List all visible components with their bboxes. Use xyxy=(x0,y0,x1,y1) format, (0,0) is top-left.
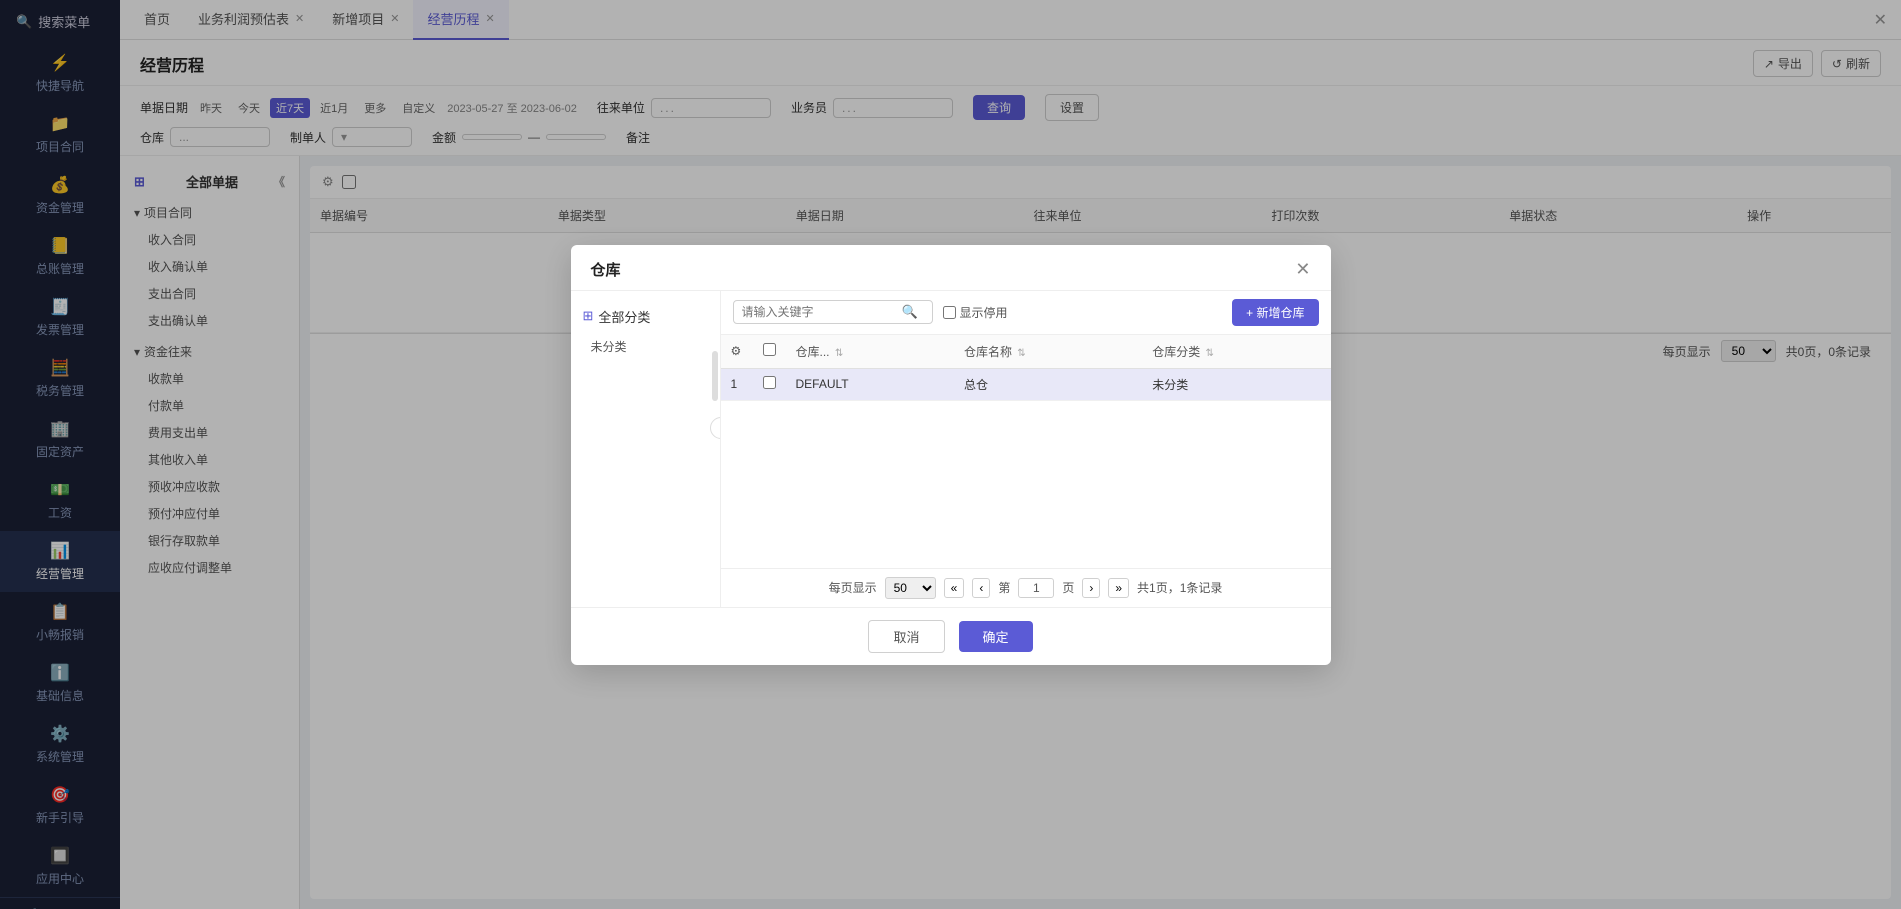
sort-icon-name: ⇅ xyxy=(1017,348,1025,359)
warehouse-table-body: 1 DEFAULT 总仓 未分类 xyxy=(721,368,1331,400)
page-prev-button[interactable]: ‹ xyxy=(972,578,990,598)
sort-icon-code: ⇅ xyxy=(835,348,843,359)
modal-footer: 取消 确定 xyxy=(571,607,1331,665)
modal-page-size-label: 每页显示 xyxy=(829,579,877,596)
warehouse-table-head: ⚙ 仓库... ⇅ 仓库名称 ⇅ 仓库分类 ⇅ xyxy=(721,335,1331,369)
col-warehouse-name: 仓库名称 ⇅ xyxy=(954,335,1142,369)
category-panel: ⊞ 全部分类 未分类 《 xyxy=(571,291,721,607)
modal-overlay: 仓库 ✕ ⊞ 全部分类 未分类 《 xyxy=(0,0,1901,909)
modal-close-button[interactable]: ✕ xyxy=(1295,259,1310,280)
show-disabled-checkbox[interactable] xyxy=(943,306,956,319)
sort-icon-category: ⇅ xyxy=(1206,348,1214,359)
cancel-button[interactable]: 取消 xyxy=(868,620,944,653)
data-panel: 🔍 显示停用 + 新增仓库 ⚙ xyxy=(721,291,1331,607)
row-category: 未分类 xyxy=(1142,368,1330,400)
col-check xyxy=(753,335,786,369)
modal-total: 共1页，1条记录 xyxy=(1137,579,1222,596)
row-checkbox-cell xyxy=(753,368,786,400)
search-icon[interactable]: 🔍 xyxy=(902,304,918,320)
page-word-before: 第 xyxy=(998,579,1010,596)
show-disabled-text: 显示停用 xyxy=(960,304,1008,321)
warehouse-table: ⚙ 仓库... ⇅ 仓库名称 ⇅ 仓库分类 ⇅ xyxy=(721,335,1331,401)
category-header[interactable]: ⊞ 全部分类 xyxy=(571,301,720,332)
modal-page-input[interactable] xyxy=(1018,578,1054,598)
warehouse-select-all[interactable] xyxy=(763,343,776,356)
modal-header: 仓库 ✕ xyxy=(571,245,1331,291)
col-warehouse-category: 仓库分类 ⇅ xyxy=(1142,335,1330,369)
row-code: DEFAULT xyxy=(786,368,954,400)
warehouse-row-1[interactable]: 1 DEFAULT 总仓 未分类 xyxy=(721,368,1331,400)
col-warehouse-code: 仓库... ⇅ xyxy=(786,335,954,369)
row-name: 总仓 xyxy=(954,368,1142,400)
category-item-unclassified[interactable]: 未分类 xyxy=(571,332,720,361)
confirm-button[interactable]: 确定 xyxy=(959,621,1033,652)
category-scrollbar[interactable] xyxy=(712,351,718,401)
row-index: 1 xyxy=(721,368,753,400)
data-table-wrap: ⚙ 仓库... ⇅ 仓库名称 ⇅ 仓库分类 ⇅ xyxy=(721,335,1331,568)
page-word-after: 页 xyxy=(1062,579,1074,596)
category-grid-icon: ⊞ xyxy=(583,308,594,324)
modal-body: ⊞ 全部分类 未分类 《 🔍 xyxy=(571,291,1331,607)
page-next-button[interactable]: › xyxy=(1082,578,1100,598)
add-warehouse-button[interactable]: + 新增仓库 xyxy=(1232,299,1318,326)
page-last-button[interactable]: » xyxy=(1108,578,1129,598)
modal-page-size-select[interactable]: 50 10 20 100 xyxy=(885,577,936,599)
modal-title: 仓库 xyxy=(591,259,621,280)
search-box: 🔍 xyxy=(733,300,933,324)
col-settings: ⚙ xyxy=(721,335,753,369)
category-header-label: 全部分类 xyxy=(598,307,650,326)
row-checkbox[interactable] xyxy=(763,376,776,389)
category-collapse-button[interactable]: 《 xyxy=(710,417,721,439)
search-input[interactable] xyxy=(742,305,902,319)
modal-pagination: 每页显示 50 10 20 100 « ‹ 第 页 › » 共1页，1条记录 xyxy=(721,568,1331,607)
page-first-button[interactable]: « xyxy=(944,578,965,598)
show-disabled-label: 显示停用 xyxy=(943,304,1008,321)
warehouse-modal: 仓库 ✕ ⊞ 全部分类 未分类 《 xyxy=(571,245,1331,665)
data-toolbar: 🔍 显示停用 + 新增仓库 xyxy=(721,291,1331,335)
